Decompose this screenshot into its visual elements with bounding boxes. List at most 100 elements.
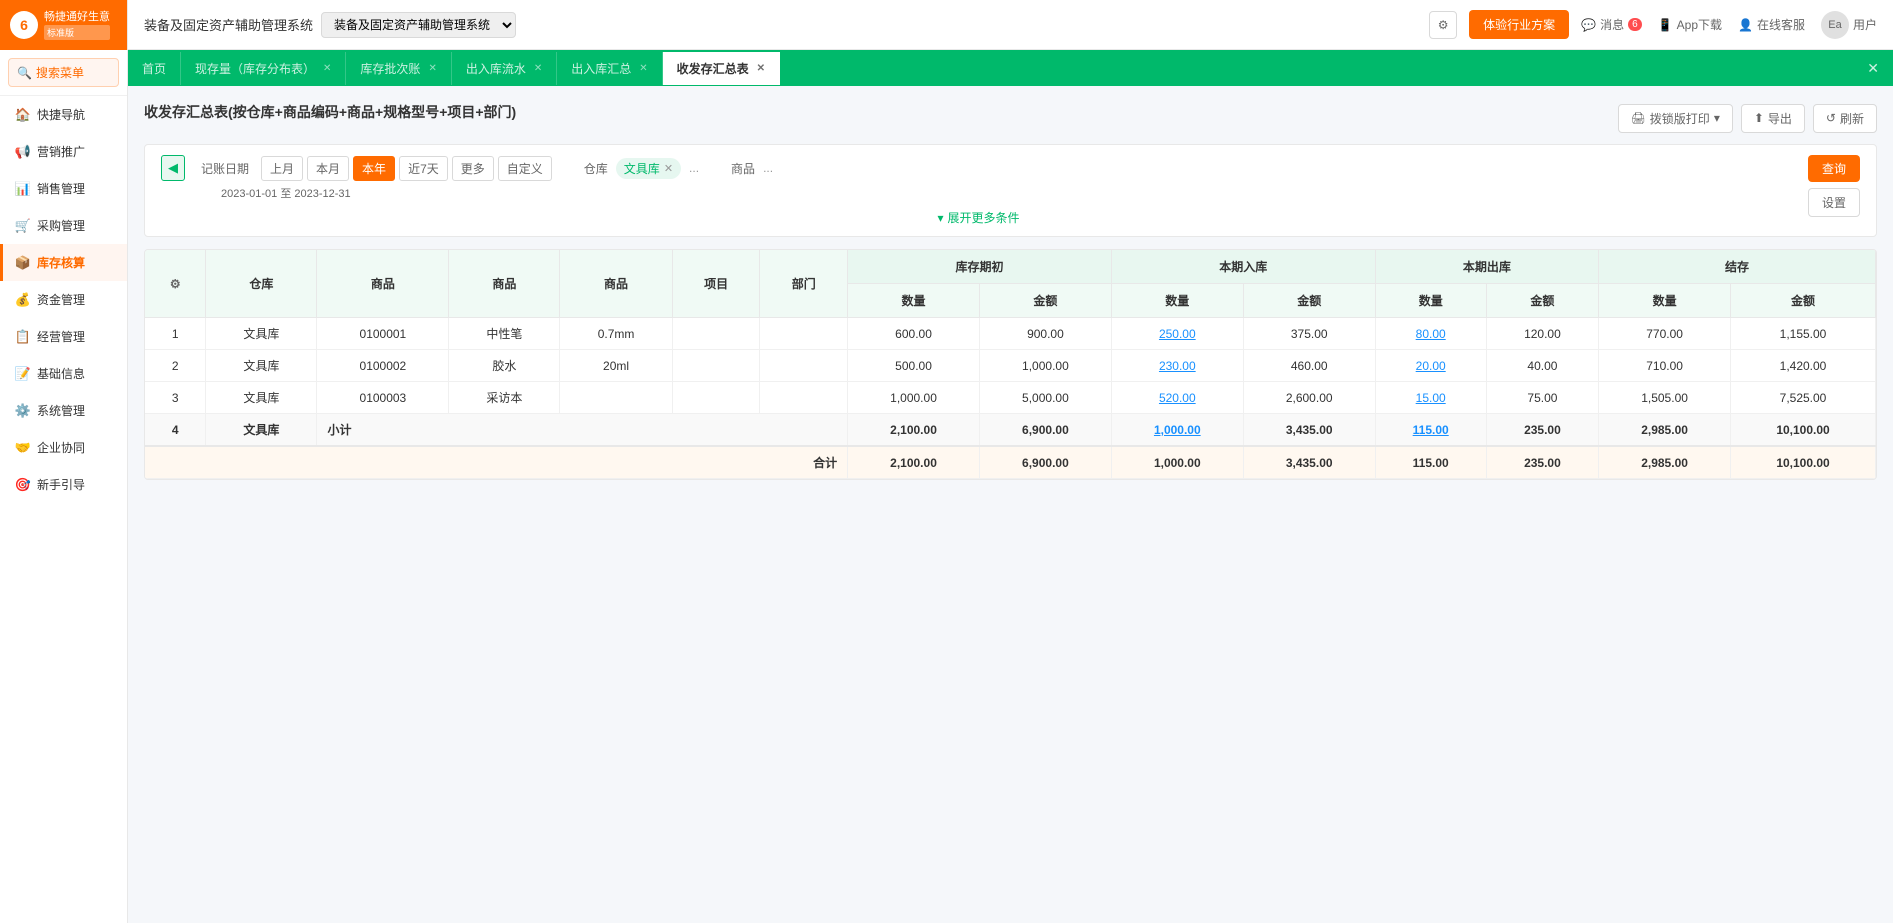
sidebar-item-operations[interactable]: 📋 经营管理 [0,318,127,355]
date-custom-btn[interactable]: 自定义 [498,156,552,181]
th-out-group: 本期出库 [1375,250,1598,284]
query-button[interactable]: 查询 [1808,155,1860,182]
system-select[interactable]: 装备及固定资产辅助管理系统 [321,12,516,38]
expand-conditions-btn[interactable]: ▾ 展开更多条件 [937,209,1019,226]
tab-batch-close[interactable]: ✕ [428,63,436,74]
date-range-display: 2023-01-01 至 2023-12-31 [221,185,1796,201]
export-button[interactable]: ⬆ 导出 [1741,104,1805,133]
date-7days-btn[interactable]: 近7天 [399,156,448,181]
filter-settings-button[interactable]: 设置 [1808,188,1860,217]
app-logo: 6 畅捷通好生意 标准版 [0,0,127,50]
filter-collapse-btn[interactable]: ◀ [161,155,185,181]
tab-flow-close[interactable]: ✕ [534,63,542,74]
print-button[interactable]: 🖨 拨锁版打印 ▾ [1618,104,1733,133]
row-out-qty[interactable]: 15.00 [1375,382,1486,414]
chevron-down-icon: ▾ [1714,111,1720,125]
tab-summary-close[interactable]: ✕ [639,63,647,74]
tab-flow[interactable]: 出入库流水 ✕ [452,52,557,85]
row-out-qty[interactable]: 20.00 [1375,350,1486,382]
row-dept [760,382,848,414]
sidebar-item-inventory[interactable]: 📦 库存核算 [0,244,127,281]
row-open-qty: 500.00 [848,350,980,382]
message-action[interactable]: 💬 消息 6 [1581,16,1642,33]
th-in-group: 本期入库 [1111,250,1375,284]
tab-receive-send[interactable]: 收发存汇总表 ✕ [663,52,780,85]
content-area: 收发存汇总表(按仓库+商品编码+商品+规格型号+项目+部门) 🖨 拨锁版打印 ▾… [128,86,1893,923]
th-in-amt: 金额 [1243,284,1375,318]
app-download-action[interactable]: 📱 App下载 [1658,16,1722,33]
row-out-qty[interactable]: 80.00 [1375,318,1486,350]
date-this-month-btn[interactable]: 本月 [307,156,349,181]
user-label: 用户 [1853,16,1877,33]
search-icon: 🔍 [17,66,32,80]
th-open-qty: 数量 [848,284,980,318]
date-last-month-btn[interactable]: 上月 [261,156,303,181]
total-row: 合计 2,100.00 6,900.00 1,000.00 3,435.00 1… [145,446,1876,479]
sidebar-item-finance[interactable]: 💰 资金管理 [0,281,127,318]
row-in-qty[interactable]: 250.00 [1111,318,1243,350]
sidebar-item-quick-nav[interactable]: 🏠 快捷导航 [0,96,127,133]
search-menu-button[interactable]: 🔍 搜索菜单 [8,58,119,87]
phone-icon: 📱 [1658,18,1673,32]
tab-receive-send-label: 收发存汇总表 [677,60,749,77]
search-menu-label: 搜索菜单 [36,64,84,81]
sidebar: 6 畅捷通好生意 标准版 🔍 搜索菜单 🏠 快捷导航 📢 营销推广 📊 销售管理… [0,0,128,923]
tab-stock-dist-close[interactable]: ✕ [323,63,331,74]
row-open-qty: 600.00 [848,318,980,350]
date-label: 记账日期 [201,160,249,177]
th-settings[interactable]: ⚙ [145,250,206,318]
row-in-qty[interactable]: 520.00 [1111,382,1243,414]
tab-receive-send-close[interactable]: ✕ [757,63,765,74]
row-out-amt: 120.00 [1486,318,1598,350]
system-title: 装备及固定资产辅助管理系统 [144,15,313,34]
guide-icon: 🎯 [15,477,31,493]
row-project [672,382,760,414]
logo-text-area: 畅捷通好生意 标准版 [44,10,110,39]
online-service-label: 在线客服 [1757,16,1805,33]
sidebar-item-guide[interactable]: 🎯 新手引导 [0,466,127,503]
row-in-qty[interactable]: 230.00 [1111,350,1243,382]
tab-batch[interactable]: 库存批次账 ✕ [346,52,451,85]
subtotal-seq: 4 [145,414,206,447]
sidebar-item-label: 快捷导航 [37,106,85,123]
row-bal-qty: 710.00 [1599,350,1731,382]
th-balance-group: 结存 [1599,250,1876,284]
goods-label: 商品 [731,160,755,177]
message-label: 消息 [1600,16,1624,33]
user-action[interactable]: Ea 用户 [1821,11,1877,39]
online-service-action[interactable]: 👤 在线客服 [1738,16,1805,33]
sidebar-item-sales[interactable]: 📊 销售管理 [0,170,127,207]
row-seq: 3 [145,382,206,414]
tab-flow-label: 出入库流水 [466,60,526,77]
tab-home[interactable]: 首页 [128,52,181,85]
print-label: 拨锁版打印 [1650,110,1710,127]
settings-button[interactable]: ⚙ [1429,11,1457,39]
sidebar-item-purchase[interactable]: 🛒 采购管理 [0,207,127,244]
trial-button[interactable]: 体验行业方案 [1469,10,1569,39]
warehouse-tag-remove[interactable]: ✕ [664,162,673,175]
sidebar-item-system[interactable]: ⚙️ 系统管理 [0,392,127,429]
subtotal-in-qty[interactable]: 1,000.00 [1111,414,1243,447]
row-out-amt: 40.00 [1486,350,1598,382]
warehouse-more[interactable]: ... [689,161,699,175]
row-warehouse: 文具库 [206,318,317,350]
total-label: 合计 [145,446,848,479]
sidebar-item-label: 销售管理 [37,180,85,197]
refresh-button[interactable]: ↺ 刷新 [1813,104,1877,133]
sidebar-item-basic-info[interactable]: 📝 基础信息 [0,355,127,392]
goods-more[interactable]: ... [763,161,773,175]
date-more-btn[interactable]: 更多 [452,156,494,181]
th-project: 项目 [672,250,760,318]
row-warehouse: 文具库 [206,350,317,382]
row-bal-qty: 1,505.00 [1599,382,1731,414]
tab-stock-dist[interactable]: 现存量（库存分布表） ✕ [181,52,346,85]
service-icon: 👤 [1738,18,1753,32]
date-this-year-btn[interactable]: 本年 [353,156,395,181]
sidebar-item-enterprise[interactable]: 🤝 企业协同 [0,429,127,466]
tab-bar-close-all[interactable]: ✕ [1853,52,1893,85]
subtotal-out-qty[interactable]: 115.00 [1375,414,1486,447]
avatar: Ea [1821,11,1849,39]
tab-summary[interactable]: 出入库汇总 ✕ [557,52,662,85]
total-bal-qty: 2,985.00 [1599,446,1731,479]
sidebar-item-marketing[interactable]: 📢 营销推广 [0,133,127,170]
